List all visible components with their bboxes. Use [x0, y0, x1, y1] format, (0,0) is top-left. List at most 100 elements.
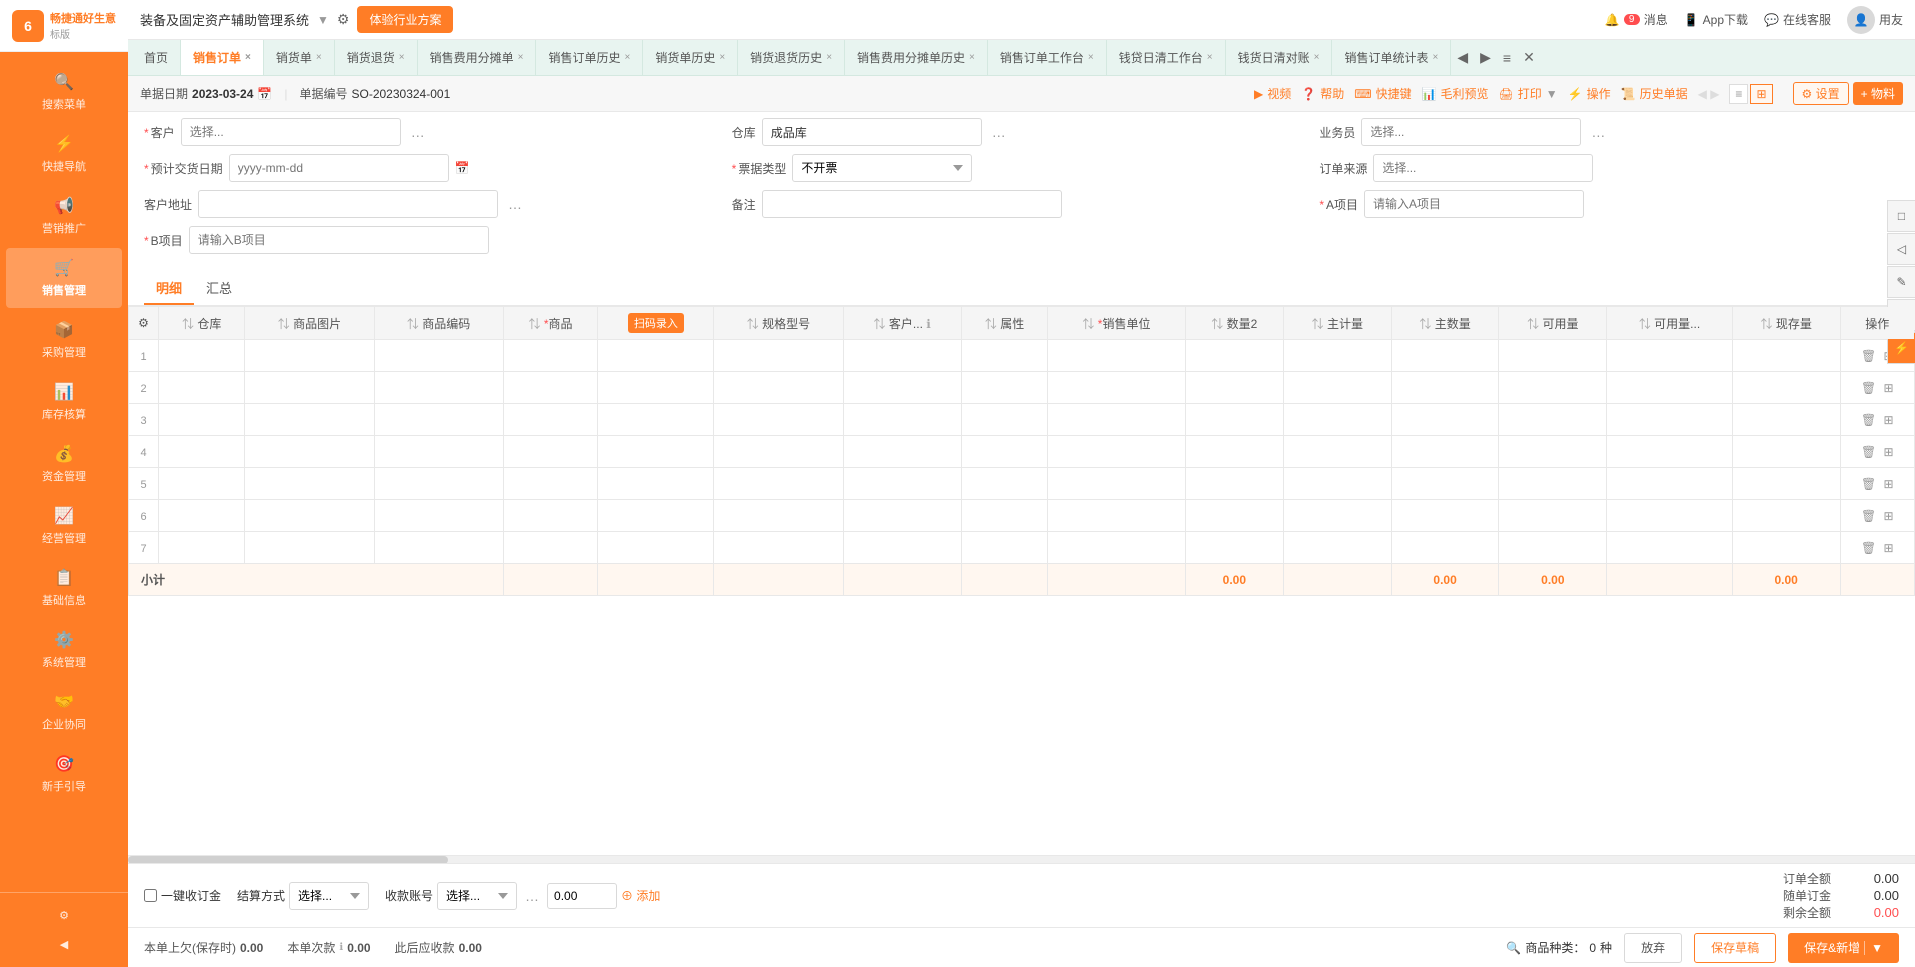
online-service-item[interactable]: 💬 在线客服	[1764, 11, 1831, 28]
actions-btn[interactable]: ⚡ 操作	[1568, 85, 1611, 102]
row-delete-btn[interactable]: 🗑	[1861, 413, 1876, 427]
row-delete-btn[interactable]: 🗑	[1861, 477, 1876, 491]
sidebar-item-guide[interactable]: 🎯 新手引导	[6, 744, 122, 804]
tab-close-icon[interactable]: ×	[1314, 52, 1320, 63]
detail-tab-summary[interactable]: 汇总	[194, 272, 244, 305]
sidebar-item-inventory[interactable]: 📊 库存核算	[6, 372, 122, 432]
payment-method-select[interactable]: 选择...	[289, 882, 369, 910]
tab-close-icon[interactable]: ×	[1432, 52, 1438, 63]
right-panel-btn-2[interactable]: ◁	[1887, 233, 1915, 265]
tab-close-icon[interactable]: ×	[518, 52, 524, 63]
row-qty2-cell[interactable]	[1185, 340, 1283, 372]
scan-btn[interactable]: 扫码录入	[628, 313, 684, 333]
tab-close-icon[interactable]: ×	[399, 52, 405, 63]
remarks-input[interactable]	[762, 190, 1062, 218]
tab-close-icon[interactable]: ×	[245, 52, 251, 63]
customer-address-more-btn[interactable]: …	[504, 196, 526, 212]
expected-date-input[interactable]	[229, 154, 449, 182]
help-btn[interactable]: ❓ 帮助	[1301, 85, 1344, 102]
date-picker-icon[interactable]: 📅	[455, 161, 470, 175]
row-copy-btn[interactable]: ⊞	[1884, 541, 1894, 555]
tab-order-workbench[interactable]: 销售订单工作台 ×	[988, 40, 1107, 76]
sidebar-item-operation[interactable]: 📈 经营管理	[6, 496, 122, 556]
settings-quick-btn[interactable]: ⚙ 设置	[1793, 82, 1849, 105]
tab-refund-history[interactable]: 销货退货历史 ×	[738, 40, 845, 76]
one-click-checkbox-input[interactable]	[144, 889, 157, 902]
discard-button[interactable]: 放弃	[1624, 933, 1682, 963]
b-project-input[interactable]	[189, 226, 489, 254]
tab-home[interactable]: 首页	[132, 40, 181, 76]
customer-address-input[interactable]	[198, 190, 498, 218]
sidebar-item-sales[interactable]: 🛒 销售管理	[6, 248, 122, 308]
right-panel-btn-1[interactable]: □	[1887, 200, 1915, 232]
row-copy-btn[interactable]: ⊞	[1884, 509, 1894, 523]
row-delete-btn[interactable]: 🗑	[1861, 349, 1876, 363]
tab-return-history[interactable]: 销货单历史 ×	[643, 40, 738, 76]
tab-order-stats[interactable]: 销售订单统计表 ×	[1332, 40, 1451, 76]
row-delete-btn[interactable]: 🗑	[1861, 541, 1876, 555]
tab-close-all-btn[interactable]: ✕	[1517, 45, 1541, 70]
sidebar-item-search[interactable]: 🔍 搜索菜单	[6, 62, 122, 122]
horizontal-scrollbar[interactable]	[128, 855, 1915, 863]
row-customer-code-cell[interactable]	[843, 340, 961, 372]
tab-more-btn[interactable]: ≡	[1497, 46, 1517, 70]
customer-more-btn[interactable]: …	[407, 124, 429, 140]
view-btn[interactable]: ▶ 视频	[1254, 85, 1291, 102]
account-more-btn[interactable]: …	[521, 888, 543, 904]
tab-close-icon[interactable]: ×	[969, 52, 975, 63]
save-draft-button[interactable]: 保存草稿	[1694, 933, 1776, 963]
row-main-qty-cell[interactable]	[1391, 340, 1499, 372]
sidebar-item-basic[interactable]: 📋 基础信息	[6, 558, 122, 618]
tab-close-icon[interactable]: ×	[1088, 52, 1094, 63]
a-project-input[interactable]	[1364, 190, 1584, 218]
tab-prev-btn[interactable]: ◀	[1451, 45, 1474, 70]
row-product-cell[interactable]	[503, 340, 598, 372]
tab-close-icon[interactable]: ×	[624, 52, 630, 63]
tab-sales-refund[interactable]: 销货退货 ×	[335, 40, 418, 76]
account-select[interactable]: 选择...	[437, 882, 517, 910]
row-attr-cell[interactable]	[961, 340, 1047, 372]
salesperson-input[interactable]	[1361, 118, 1581, 146]
tab-order-history[interactable]: 销售订单历史 ×	[536, 40, 643, 76]
system-dropdown-icon[interactable]: ▼	[317, 13, 329, 27]
tab-sales-order[interactable]: 销售订单 ×	[181, 40, 264, 76]
sidebar-item-quicknav[interactable]: ⚡ 快捷导航	[6, 124, 122, 184]
tab-close-icon[interactable]: ×	[316, 52, 322, 63]
sidebar-item-purchase[interactable]: 📦 采购管理	[6, 310, 122, 370]
row-delete-btn[interactable]: 🗑	[1861, 509, 1876, 523]
row-copy-btn[interactable]: ⊞	[1884, 477, 1894, 491]
detail-tab-detail[interactable]: 明细	[144, 272, 194, 305]
topbar-gear-icon[interactable]: ⚙	[337, 11, 350, 28]
one-click-checkbox[interactable]: 一键收订金	[144, 887, 221, 904]
customer-input[interactable]	[181, 118, 401, 146]
profit-preview-btn[interactable]: 📊 毛利预览	[1422, 85, 1489, 102]
tab-close-icon[interactable]: ×	[1207, 52, 1213, 63]
shortcuts-btn[interactable]: ⌨ 快捷键	[1354, 85, 1411, 102]
sidebar-settings[interactable]: ⚙	[0, 901, 128, 930]
user-item[interactable]: 👤 用友	[1847, 6, 1903, 34]
sidebar-item-finance[interactable]: 💰 资金管理	[6, 434, 122, 494]
tab-sales-return[interactable]: 销货单 ×	[264, 40, 335, 76]
col-settings-icon[interactable]: ⚙	[138, 316, 149, 330]
amount-input[interactable]: 0.00	[547, 883, 617, 909]
tab-next-btn[interactable]: ▶	[1474, 45, 1497, 70]
sidebar-item-system[interactable]: ⚙️ 系统管理	[6, 620, 122, 680]
row-delete-btn[interactable]: 🗑	[1861, 381, 1876, 395]
calendar-icon[interactable]: 📅	[257, 87, 272, 101]
tab-close-icon[interactable]: ×	[826, 52, 832, 63]
sidebar-collapse[interactable]: ◀	[0, 930, 128, 959]
right-panel-btn-3[interactable]: ✎	[1887, 266, 1915, 298]
print-btn[interactable]: 🖨 打印 ▼	[1499, 85, 1558, 102]
grid-view-btn[interactable]: ⊞	[1750, 84, 1772, 104]
add-item-btn[interactable]: + 物料	[1853, 82, 1903, 105]
row-copy-btn[interactable]: ⊞	[1884, 445, 1894, 459]
sidebar-item-enterprise[interactable]: 🤝 企业协同	[6, 682, 122, 742]
col-settings[interactable]: ⚙	[129, 307, 159, 340]
row-unit-cell[interactable]	[1048, 340, 1186, 372]
warehouse-more-btn[interactable]: …	[988, 124, 1010, 140]
tab-close-icon[interactable]: ×	[719, 52, 725, 63]
row-copy-btn[interactable]: ⊞	[1884, 413, 1894, 427]
tab-fee-history[interactable]: 销售费用分摊单历史 ×	[845, 40, 988, 76]
row-warehouse-cell[interactable]	[159, 340, 245, 372]
add-payment-btn[interactable]: ⊕ 添加	[621, 887, 660, 904]
